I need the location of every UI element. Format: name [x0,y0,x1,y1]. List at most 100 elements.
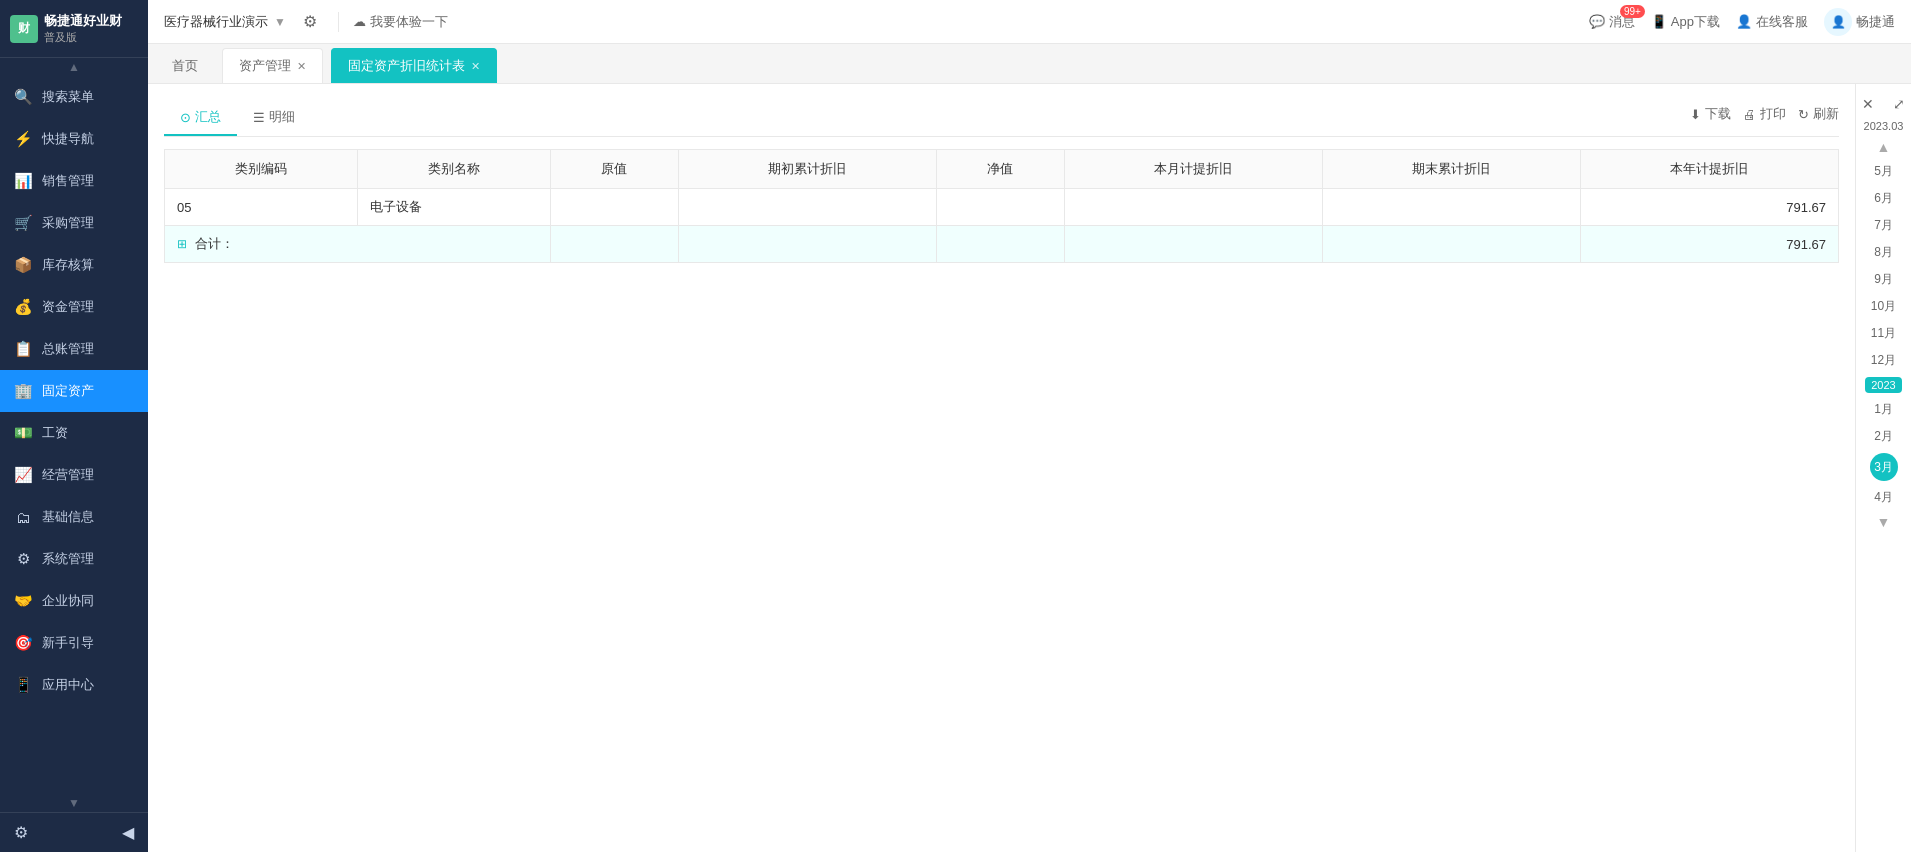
download-icon: ⬇ [1690,107,1701,122]
app-logo: 财 [10,15,38,43]
sidebar-item-enterprise[interactable]: 🤝 企业协同 [0,580,148,622]
total-monthly [1064,226,1322,263]
cell-end-accumulated [1322,189,1580,226]
message-icon: 💬 [1589,14,1605,29]
download-icon: 📱 [1651,14,1667,29]
sidebar-item-app-center[interactable]: 📱 应用中心 [0,664,148,706]
table-toolbar: ⬇ 下载 🖨 打印 ↻ 刷新 [1690,105,1839,123]
tab-asset-management[interactable]: 资产管理 ✕ [222,48,323,83]
print-icon: 🖨 [1743,107,1756,122]
tab-home-label: 首页 [172,57,198,75]
topbar-settings-button[interactable]: ⚙ [296,8,324,36]
month-item-5[interactable]: 5月 [1856,158,1911,185]
sidebar-item-funds[interactable]: 💰 资金管理 [0,286,148,328]
panel-scroll-down-icon[interactable]: ▼ [1877,511,1891,533]
right-panel-header: ✕ ⤢ [1856,92,1911,116]
summary-icon: ⊙ [180,110,191,125]
sidebar-item-label: 固定资产 [42,382,94,400]
cell-monthly [1064,189,1322,226]
experience-button[interactable]: ☁ 我要体验一下 [353,13,448,31]
sidebar-item-label: 搜索菜单 [42,88,94,106]
total-original [550,226,678,263]
month-item-7[interactable]: 7月 [1856,212,1911,239]
month-item-6[interactable]: 6月 [1856,185,1911,212]
sidebar-item-inventory[interactable]: 📦 库存核算 [0,244,148,286]
sidebar-item-purchase[interactable]: 🛒 采购管理 [0,202,148,244]
print-button[interactable]: 🖨 打印 [1743,105,1786,123]
topbar-right: 💬 消息 99+ 📱 App下载 👤 在线客服 👤 畅捷通 [1589,8,1895,36]
month-item-2[interactable]: 2月 [1856,423,1911,450]
cell-original [550,189,678,226]
col-header-monthly: 本月计提折旧 [1064,150,1322,189]
right-panel-close-icon[interactable]: ✕ [1862,96,1874,112]
message-button[interactable]: 💬 消息 99+ [1589,13,1635,31]
sidebar: 财 畅捷通好业财 普及版 ▲ 🔍 搜索菜单 ⚡ 快捷导航 📊 销售管理 🛒 采购… [0,0,148,852]
sub-tab-summary-label: 汇总 [195,108,221,126]
tab-asset-close-icon[interactable]: ✕ [297,60,306,73]
tab-home[interactable]: 首页 [156,49,214,83]
main-area: 医疗器械行业演示 ▼ ⚙ ☁ 我要体验一下 💬 消息 99+ 📱 App下载 👤… [148,0,1911,852]
company-selector[interactable]: 医疗器械行业演示 ▼ [164,13,286,31]
sub-tab-detail-label: 明细 [269,108,295,126]
month-item-3-active[interactable]: 3月 [1870,453,1898,481]
year-marker-2023[interactable]: 2023 [1865,377,1901,393]
content-main: ⊙ 汇总 ☰ 明细 ⬇ 下载 🖨 打印 [148,84,1855,852]
online-service-button[interactable]: 👤 在线客服 [1736,13,1808,31]
download-label: 下载 [1705,105,1731,123]
month-item-4[interactable]: 4月 [1856,484,1911,511]
refresh-button[interactable]: ↻ 刷新 [1798,105,1839,123]
user-area[interactable]: 👤 畅捷通 [1824,8,1895,36]
tab-depreciation-table[interactable]: 固定资产折旧统计表 ✕ [331,48,497,83]
sidebar-item-label: 新手引导 [42,634,94,652]
message-badge: 99+ [1620,5,1645,18]
sidebar-item-guide[interactable]: 🎯 新手引导 [0,622,148,664]
sidebar-item-label: 企业协同 [42,592,94,610]
month-item-11[interactable]: 11月 [1856,320,1911,347]
sidebar-item-system[interactable]: ⚙ 系统管理 [0,538,148,580]
month-item-8[interactable]: 8月 [1856,239,1911,266]
month-item-10[interactable]: 10月 [1856,293,1911,320]
sidebar-item-fixed-assets[interactable]: 🏢 固定资产 [0,370,148,412]
app-info: 畅捷通好业财 普及版 [44,12,122,45]
sidebar-item-label: 总账管理 [42,340,94,358]
scroll-up[interactable]: ▲ [0,58,148,76]
sub-tab-detail[interactable]: ☰ 明细 [237,100,311,136]
detail-icon: ☰ [253,110,265,125]
sidebar-item-search[interactable]: 🔍 搜索菜单 [0,76,148,118]
col-header-original: 原值 [550,150,678,189]
settings-icon[interactable]: ⚙ [14,823,28,842]
sidebar-item-basic-info[interactable]: 🗂 基础信息 [0,496,148,538]
sidebar-item-label: 经营管理 [42,466,94,484]
quick-nav-icon: ⚡ [14,130,32,148]
sidebar-item-ledger[interactable]: 📋 总账管理 [0,328,148,370]
tab-depreciation-label: 固定资产折旧统计表 [348,57,465,75]
col-header-accumulated: 期初累计折旧 [678,150,936,189]
sidebar-item-operations[interactable]: 📈 经营管理 [0,454,148,496]
sidebar-item-label: 应用中心 [42,676,94,694]
scroll-down[interactable]: ▼ [0,794,148,812]
sidebar-item-quick-nav[interactable]: ⚡ 快捷导航 [0,118,148,160]
collapse-sidebar-icon[interactable]: ◀ [122,823,134,842]
sidebar-item-label: 快捷导航 [42,130,94,148]
sub-tab-summary[interactable]: ⊙ 汇总 [164,100,237,136]
fixed-assets-icon: 🏢 [14,382,32,400]
sidebar-item-label: 销售管理 [42,172,94,190]
sidebar-item-label: 库存核算 [42,256,94,274]
tab-depreciation-close-icon[interactable]: ✕ [471,60,480,73]
current-period-label: 2023.03 [1862,116,1906,136]
experience-label: 我要体验一下 [370,13,448,31]
app-download-label: App下载 [1671,13,1720,31]
sidebar-item-payroll[interactable]: 💵 工资 [0,412,148,454]
panel-scroll-up-icon[interactable]: ▲ [1877,136,1891,158]
cloud-icon: ☁ [353,14,366,29]
enterprise-icon: 🤝 [14,592,32,610]
app-download-button[interactable]: 📱 App下载 [1651,13,1720,31]
download-button[interactable]: ⬇ 下载 [1690,105,1731,123]
company-dropdown-icon: ▼ [274,15,286,29]
right-panel-expand-icon[interactable]: ⤢ [1893,96,1905,112]
col-header-end-accumulated: 期末累计折旧 [1322,150,1580,189]
month-item-12[interactable]: 12月 [1856,347,1911,374]
month-item-9[interactable]: 9月 [1856,266,1911,293]
month-item-1[interactable]: 1月 [1856,396,1911,423]
sidebar-item-sales[interactable]: 📊 销售管理 [0,160,148,202]
